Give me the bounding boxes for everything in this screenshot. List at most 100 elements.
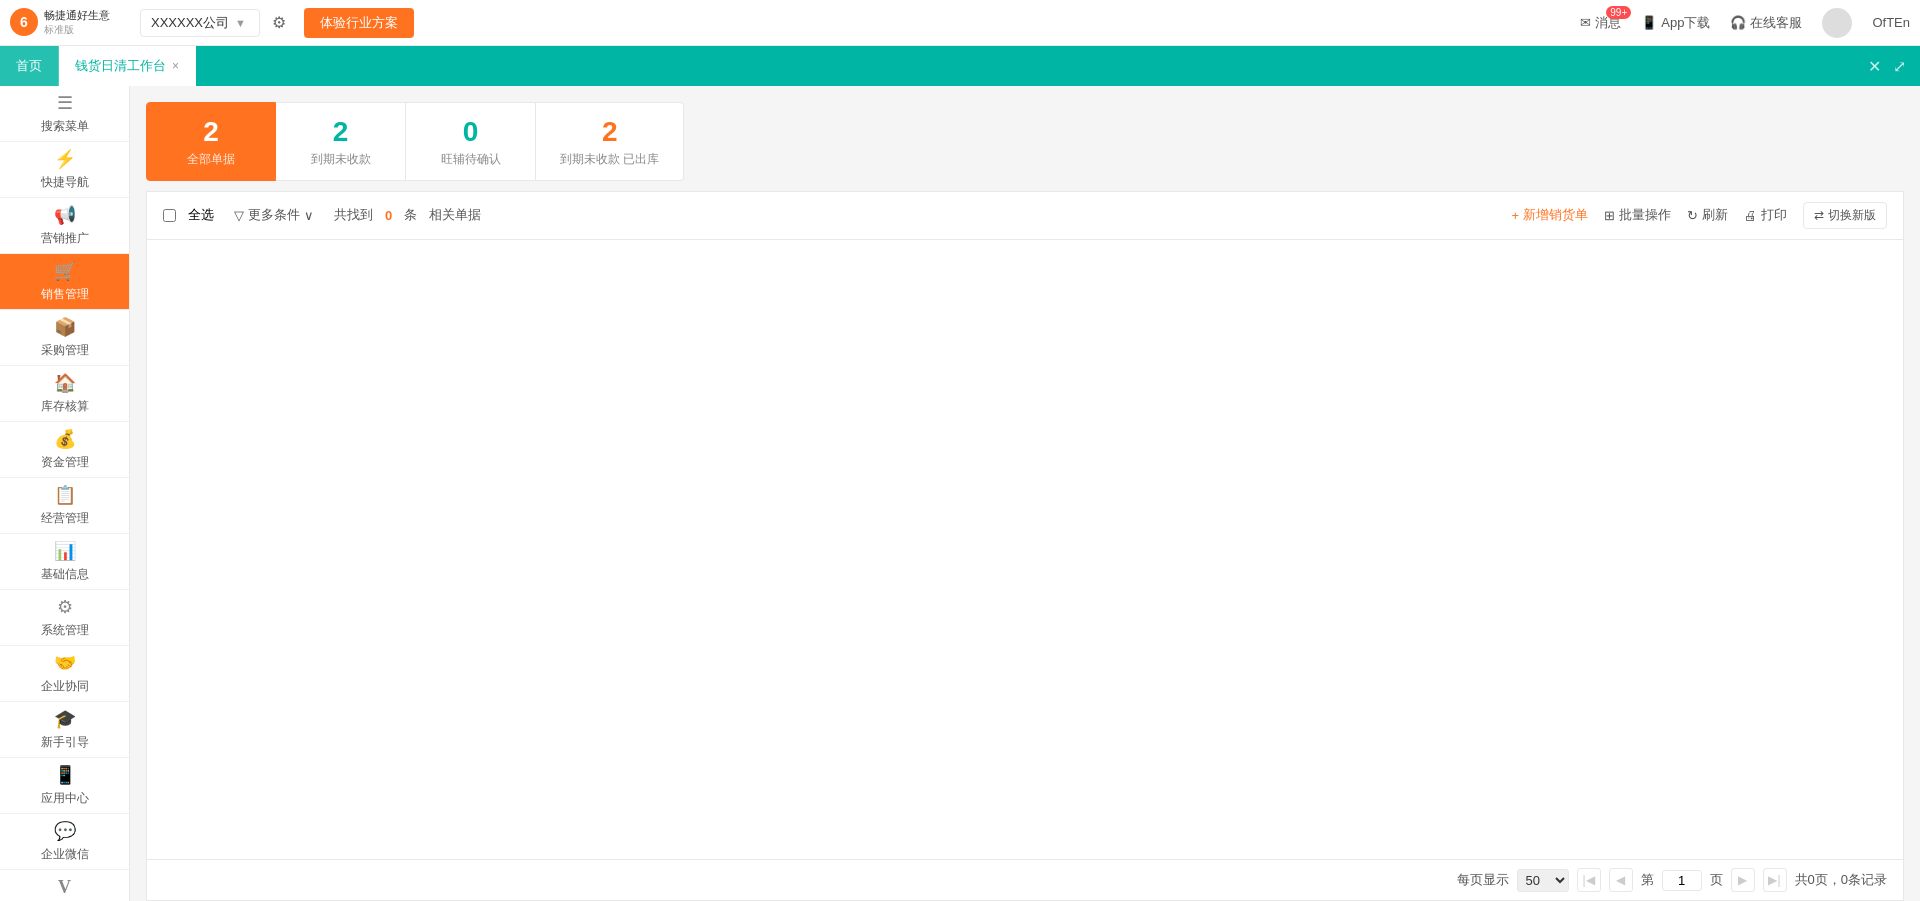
sidebar-item-member[interactable]: V 畅会员 (0, 870, 129, 901)
app-icon: 📱 (1641, 15, 1657, 30)
page-size-select[interactable]: 50 20 100 (1517, 869, 1569, 892)
message-badge: 99+ (1606, 6, 1631, 19)
stat-shipped-number: 2 (560, 115, 659, 149)
more-filter-label: 更多条件 (248, 206, 300, 224)
company-selector[interactable]: XXXXXX公司 ▼ (140, 9, 260, 37)
refresh-button[interactable]: ↻ 刷新 (1687, 206, 1728, 224)
sidebar-item-search-label: 搜索菜单 (41, 118, 89, 135)
select-all-checkbox[interactable] (163, 209, 176, 222)
tab-close-icon[interactable]: × (172, 59, 179, 73)
search-menu-icon: ☰ (57, 92, 73, 114)
sidebar-item-purchase-label: 采购管理 (41, 342, 89, 359)
page-next-button[interactable]: ▶ (1731, 868, 1755, 892)
tab-expand-button[interactable]: ⤢ (1889, 53, 1910, 80)
quick-nav-icon: ⚡ (54, 148, 76, 170)
sidebar-item-wechat[interactable]: 💬 企业微信 (0, 814, 129, 870)
page-prev-button[interactable]: ◀ (1609, 868, 1633, 892)
switch-new-version-button[interactable]: ⇄ 切换新版 (1803, 202, 1887, 229)
stat-card-shipped[interactable]: 2 到期未收款 已出库 (536, 102, 684, 181)
sidebar-item-operations[interactable]: 📋 经营管理 (0, 478, 129, 534)
sidebar-item-purchase[interactable]: 📦 采购管理 (0, 310, 129, 366)
page-suffix: 页 (1710, 871, 1723, 889)
sidebar-item-quicknav[interactable]: ⚡ 快捷导航 (0, 142, 129, 198)
sidebar-item-operations-label: 经营管理 (41, 510, 89, 527)
sidebar-item-sales-label: 销售管理 (41, 286, 89, 303)
pagination: 每页显示 50 20 100 |◀ ◀ 第 页 ▶ ▶| 共0页，0条记录 (146, 860, 1904, 901)
stat-card-all[interactable]: 2 全部单据 (146, 102, 276, 181)
logo-icon: 6 (10, 8, 38, 36)
tab-qianhuoriqing-label: 钱货日清工作台 (75, 57, 166, 75)
nav-tabs: 首页 钱货日清工作台 × ✕ ⤢ (0, 46, 1920, 86)
stat-overdue-label: 到期未收款 (300, 151, 381, 168)
basics-icon: 📊 (54, 540, 76, 562)
stat-card-overdue[interactable]: 2 到期未收款 (276, 102, 406, 181)
page-size-label: 每页显示 (1457, 871, 1509, 889)
sidebar: ☰ 搜索菜单 ⚡ 快捷导航 📢 营销推广 🛒 销售管理 📦 采购管理 🏠 库存核… (0, 86, 130, 901)
add-label: 新增销货单 (1523, 206, 1588, 224)
settings-button[interactable]: ⚙ (264, 8, 294, 38)
online-service-button[interactable]: 🎧 在线客服 (1730, 14, 1802, 32)
filter-icon: ▽ (234, 208, 244, 223)
sidebar-item-basics[interactable]: 📊 基础信息 (0, 534, 129, 590)
switch-icon: ⇄ (1814, 208, 1824, 222)
avatar[interactable] (1822, 8, 1852, 38)
sidebar-item-system[interactable]: ⚙ 系统管理 (0, 590, 129, 646)
sidebar-item-search[interactable]: ☰ 搜索菜单 (0, 86, 129, 142)
inventory-icon: 🏠 (54, 372, 76, 394)
sidebar-item-funds-label: 资金管理 (41, 454, 89, 471)
user-name[interactable]: OfTEn (1872, 15, 1910, 30)
logo-text-block: 畅捷通好生意 标准版 (44, 8, 110, 36)
member-icon: V (58, 877, 71, 898)
company-name: XXXXXX公司 (151, 14, 229, 32)
logo-badge: 标准版 (44, 23, 110, 37)
add-icon: + (1511, 208, 1519, 223)
online-service-label: 在线客服 (1750, 14, 1802, 32)
add-sales-order-button[interactable]: + 新增销货单 (1511, 206, 1588, 224)
sidebar-item-enterprise[interactable]: 🤝 企业协同 (0, 646, 129, 702)
sidebar-item-marketing[interactable]: 📢 营销推广 (0, 198, 129, 254)
apps-icon: 📱 (54, 764, 76, 786)
sales-icon: 🛒 (54, 260, 76, 282)
filter-dropdown-icon: ∨ (304, 208, 314, 223)
page-number-input[interactable] (1662, 870, 1702, 891)
sidebar-item-system-label: 系统管理 (41, 622, 89, 639)
sidebar-item-inventory[interactable]: 🏠 库存核算 (0, 366, 129, 422)
message-button[interactable]: ✉ 消息 99+ (1580, 14, 1621, 32)
page-last-button[interactable]: ▶| (1763, 868, 1787, 892)
refresh-icon: ↻ (1687, 208, 1698, 223)
trial-button[interactable]: 体验行业方案 (304, 8, 414, 38)
found-prefix: 共找到 (334, 206, 373, 224)
guide-icon: 🎓 (54, 708, 76, 730)
message-icon: ✉ (1580, 15, 1591, 30)
sidebar-item-wechat-label: 企业微信 (41, 846, 89, 863)
batch-operation-button[interactable]: ⊞ 批量操作 (1604, 206, 1671, 224)
logo-area: 6 畅捷通好生意 标准版 (10, 8, 140, 36)
header-right: ✉ 消息 99+ 📱 App下载 🎧 在线客服 OfTEn (1580, 8, 1910, 38)
found-count: 0 (385, 208, 392, 223)
sidebar-item-marketing-label: 营销推广 (41, 230, 89, 247)
system-icon: ⚙ (57, 596, 73, 618)
sidebar-item-inventory-label: 库存核算 (41, 398, 89, 415)
print-icon: 🖨 (1744, 208, 1757, 223)
funds-icon: 💰 (54, 428, 76, 450)
select-all-label: 全选 (188, 206, 214, 224)
stat-card-wangfu[interactable]: 0 旺辅待确认 (406, 102, 536, 181)
print-label: 打印 (1761, 206, 1787, 224)
sidebar-item-apps[interactable]: 📱 应用中心 (0, 758, 129, 814)
marketing-icon: 📢 (54, 204, 76, 226)
service-icon: 🎧 (1730, 15, 1746, 30)
tab-home-label: 首页 (16, 57, 42, 75)
page-first-button[interactable]: |◀ (1577, 868, 1601, 892)
sidebar-item-guide[interactable]: 🎓 新手引导 (0, 702, 129, 758)
tab-qianhuoriqing[interactable]: 钱货日清工作台 × (59, 46, 196, 86)
sidebar-item-funds[interactable]: 💰 资金管理 (0, 422, 129, 478)
app-download-button[interactable]: 📱 App下载 (1641, 14, 1710, 32)
top-header: 6 畅捷通好生意 标准版 XXXXXX公司 ▼ ⚙ 体验行业方案 ✉ 消息 99… (0, 0, 1920, 46)
tab-home[interactable]: 首页 (0, 46, 59, 86)
sidebar-item-sales[interactable]: 🛒 销售管理 (0, 254, 129, 310)
print-button[interactable]: 🖨 打印 (1744, 206, 1787, 224)
stat-shipped-label: 到期未收款 已出库 (560, 151, 659, 168)
table-area (146, 239, 1904, 860)
more-filter-button[interactable]: ▽ 更多条件 ∨ (226, 202, 322, 228)
tab-close-all-button[interactable]: ✕ (1864, 53, 1885, 80)
